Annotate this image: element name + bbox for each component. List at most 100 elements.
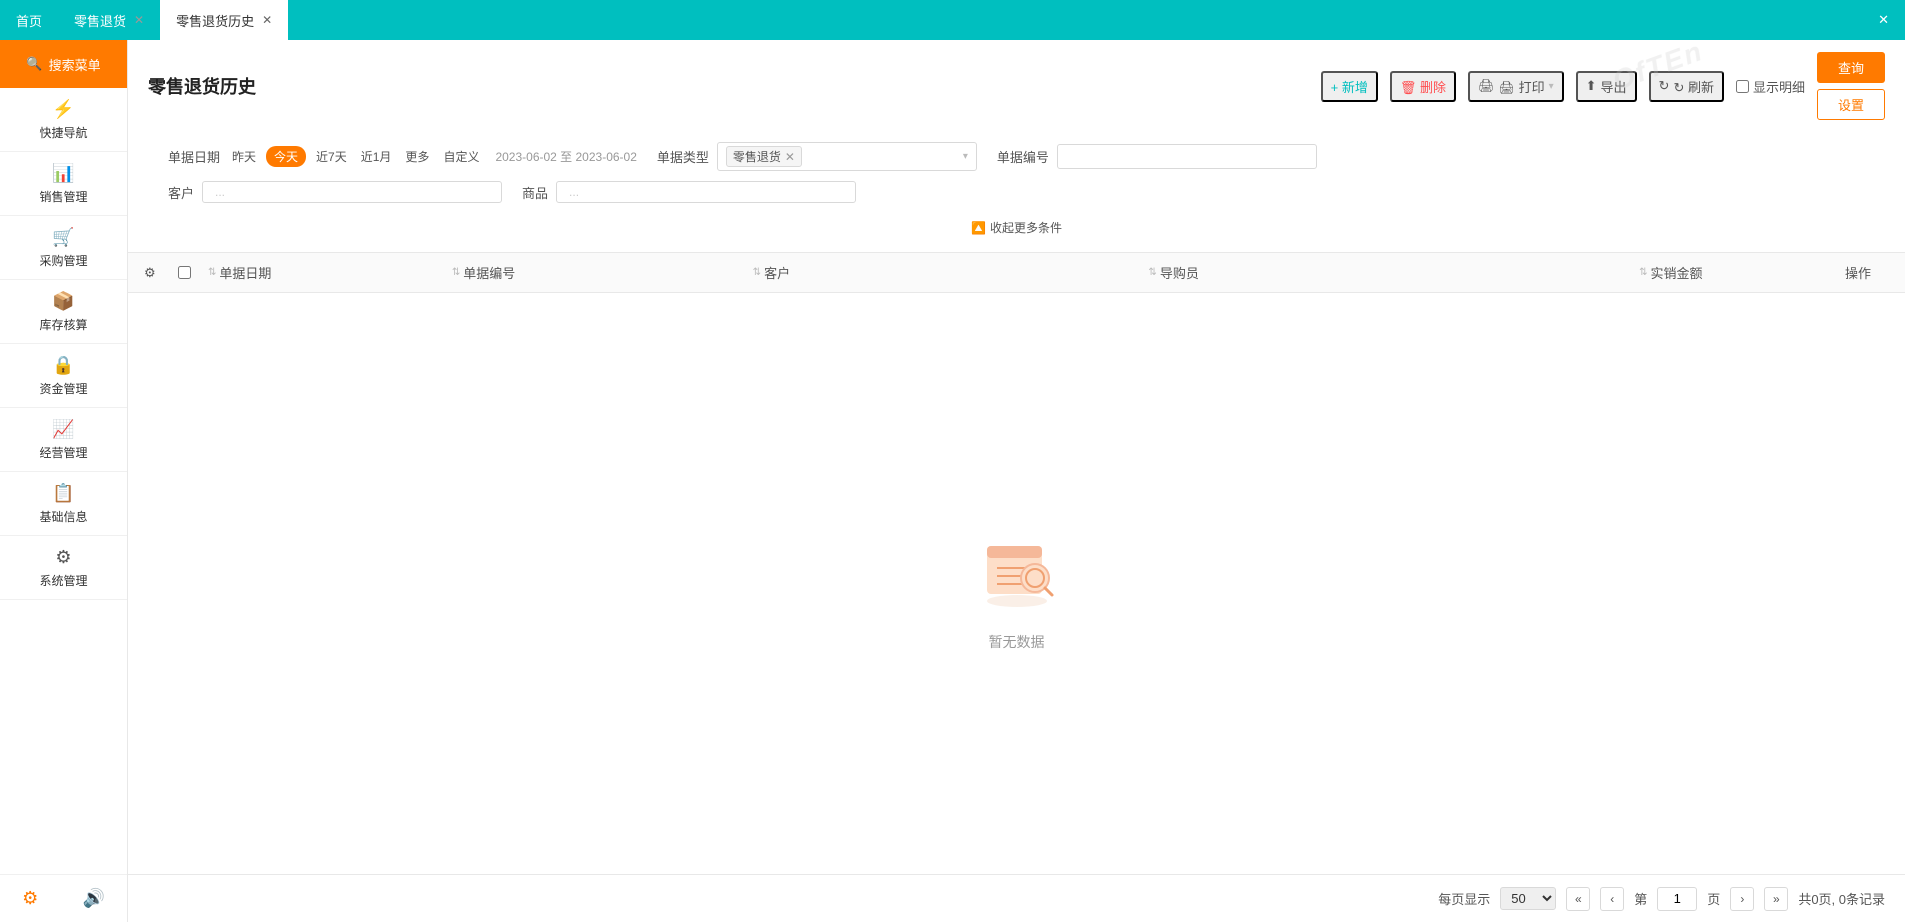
page-title: 零售退货历史 [148,73,256,99]
date-btn-more[interactable]: 更多 [401,146,433,167]
query-button[interactable]: 查询 [1817,52,1885,83]
sidebar-item-inventory[interactable]: 📦 库存核算 [0,280,127,344]
tab-retail-return[interactable]: 零售退货 ✕ [58,0,160,40]
sidebar-item-quicknav[interactable]: ⚡ 快捷导航 [0,88,127,152]
select-all-checkbox[interactable] [178,266,191,279]
page-title-bar: 零售退货历史 + 新增 🗑 删除 🖨 🖨 打印 ▾ ⬆ 导出 ↻ [148,52,1885,120]
settings-bottom-icon[interactable]: ⚙ [22,888,38,909]
th-setting[interactable]: ⚙ [136,265,168,281]
th-guide-sort-icon: ⇅ [1148,267,1156,278]
show-detail-input[interactable] [1736,80,1749,93]
goods-filter-item: 商品 ... [522,181,856,203]
content-area: 零售退货历史 + 新增 🗑 删除 🖨 🖨 打印 ▾ ⬆ 导出 ↻ [128,40,1905,922]
sales-icon: 📊 [52,163,74,184]
print-dropdown-icon: ▾ [1549,81,1554,92]
doc-no-input[interactable] [1057,144,1317,169]
page-unit: 页 [1707,889,1720,908]
empty-text: 暂无数据 [989,632,1045,652]
page-input[interactable] [1657,887,1697,911]
sidebar-bottom: ⚙ 🔊 [0,874,127,922]
date-filter-label: 单据日期 [168,147,220,166]
th-docno[interactable]: ⇅ 单据编号 [444,263,745,282]
doc-type-input[interactable]: 零售退货 ✕ ▾ [717,142,977,171]
goods-input[interactable]: ... [556,181,856,203]
page-prev-button[interactable]: ‹ [1600,887,1624,911]
page-last-button[interactable]: » [1764,887,1788,911]
volume-icon[interactable]: 🔊 [82,888,104,909]
inventory-icon: 📦 [52,291,74,312]
th-checkbox[interactable] [168,266,200,279]
doc-type-tag-close[interactable]: ✕ [785,150,795,164]
tab-retail-return-close[interactable]: ✕ [134,13,144,27]
doc-type-filter-item: 单据类型 零售退货 ✕ ▾ [657,142,977,171]
page-header: 零售退货历史 + 新增 🗑 删除 🖨 🖨 打印 ▾ ⬆ 导出 ↻ [128,40,1905,253]
doc-type-tag[interactable]: 零售退货 ✕ [726,146,802,167]
page-size-label: 每页显示 [1438,889,1490,908]
add-button[interactable]: + 新增 [1321,71,1378,102]
date-btn-yesterday[interactable]: 昨天 [228,146,260,167]
sidebar-search[interactable]: 🔍 搜索菜单 [0,40,127,88]
customer-input[interactable]: ... [202,181,502,203]
collapse-up-icon: 🔼 [971,221,986,235]
date-btn-today[interactable]: 今天 [266,146,306,167]
export-button[interactable]: ⬆ 导出 [1576,71,1637,102]
tab-retail-return-history[interactable]: 零售退货历史 ✕ [160,0,288,40]
filter-area: 单据日期 昨天 今天 近7天 近1月 更多 自定义 2023-06-02 至 2… [148,132,1885,252]
customer-filter-item: 客户 ... [168,181,502,203]
th-customer[interactable]: ⇅ 客户 [745,263,1141,282]
doc-no-filter-item: 单据编号 [997,144,1317,169]
tab-home[interactable]: 首页 [0,0,58,40]
th-amount[interactable]: ⇅ 实销金额 [1631,263,1837,282]
filter-row-1: 单据日期 昨天 今天 近7天 近1月 更多 自定义 2023-06-02 至 2… [168,142,1865,171]
top-nav: 首页 零售退货 ✕ 零售退货历史 ✕ ✕ [0,0,1905,40]
page-first-button[interactable]: « [1566,887,1590,911]
finance-icon: 🔒 [52,355,74,376]
customer-label: 客户 [168,183,194,202]
date-btn-7days[interactable]: 近7天 [312,146,351,167]
page-next-button[interactable]: › [1730,887,1754,911]
collapse-bar[interactable]: 🔼 收起更多条件 [168,213,1865,242]
main-layout: 🔍 搜索菜单 ⚡ 快捷导航 📊 销售管理 🛒 采购管理 📦 库存核算 🔒 资金管… [0,40,1905,922]
empty-illustration [967,516,1067,616]
toolbar: + 新增 🗑 删除 🖨 🖨 打印 ▾ ⬆ 导出 ↻ ↻ 刷新 [1321,52,1885,120]
date-btn-1month[interactable]: 近1月 [357,146,396,167]
doc-no-label: 单据编号 [997,147,1049,166]
tab-retail-return-history-close[interactable]: ✕ [262,13,272,27]
show-detail-checkbox[interactable]: 显示明细 [1736,77,1805,96]
sidebar-item-operations[interactable]: 📈 经营管理 [0,408,127,472]
th-guide[interactable]: ⇅ 导购员 [1140,263,1441,282]
settings-button[interactable]: 设置 [1817,89,1885,120]
operations-icon: 📈 [52,419,74,440]
system-icon: ⚙ [55,547,71,568]
th-date[interactable]: ⇅ 单据日期 [200,263,444,282]
print-button[interactable]: 🖨 🖨 打印 ▾ [1468,71,1564,102]
search-icon: 🔍 [26,56,42,72]
refresh-button[interactable]: ↻ ↻ 刷新 [1649,71,1724,102]
table-area: ⚙ ⇅ 单据日期 ⇅ 单据编号 ⇅ 客户 ⇅ 导购员 [128,253,1905,874]
sidebar-search-label: 搜索菜单 [49,55,101,74]
sidebar: 🔍 搜索菜单 ⚡ 快捷导航 📊 销售管理 🛒 采购管理 📦 库存核算 🔒 资金管… [0,40,128,922]
page-total: 共0页, 0条记录 [1798,889,1885,908]
export-icon: ⬆ [1586,78,1597,94]
quicknav-icon: ⚡ [52,99,74,120]
sidebar-item-sales[interactable]: 📊 销售管理 [0,152,127,216]
date-filter-item: 单据日期 昨天 今天 近7天 近1月 更多 自定义 2023-06-02 至 2… [168,146,637,167]
page-size-select[interactable]: 50 20 100 [1500,887,1556,910]
th-customer-sort-icon: ⇅ [753,267,761,278]
doc-type-label: 单据类型 [657,147,709,166]
window-close[interactable]: ✕ [1878,12,1905,28]
sidebar-item-system[interactable]: ⚙ 系统管理 [0,536,127,600]
sidebar-item-finance[interactable]: 🔒 资金管理 [0,344,127,408]
date-range-value: 2023-06-02 至 2023-06-02 [495,148,636,165]
table-header: ⚙ ⇅ 单据日期 ⇅ 单据编号 ⇅ 客户 ⇅ 导购员 [128,253,1905,293]
pagination-bar: 每页显示 50 20 100 « ‹ 第 页 › » 共0页, 0条记录 [128,874,1905,922]
sidebar-item-basic[interactable]: 📋 基础信息 [0,472,127,536]
doc-type-dropdown-icon: ▾ [963,151,968,162]
th-docno-sort-icon: ⇅ [452,267,460,278]
delete-button[interactable]: 🗑 删除 [1390,71,1456,102]
filter-row-2: 客户 ... 商品 ... [168,181,1865,203]
sidebar-item-purchase[interactable]: 🛒 采购管理 [0,216,127,280]
th-date-sort-icon: ⇅ [208,267,216,278]
date-filter: 昨天 今天 近7天 近1月 更多 自定义 [228,146,483,167]
date-btn-custom[interactable]: 自定义 [439,146,483,167]
